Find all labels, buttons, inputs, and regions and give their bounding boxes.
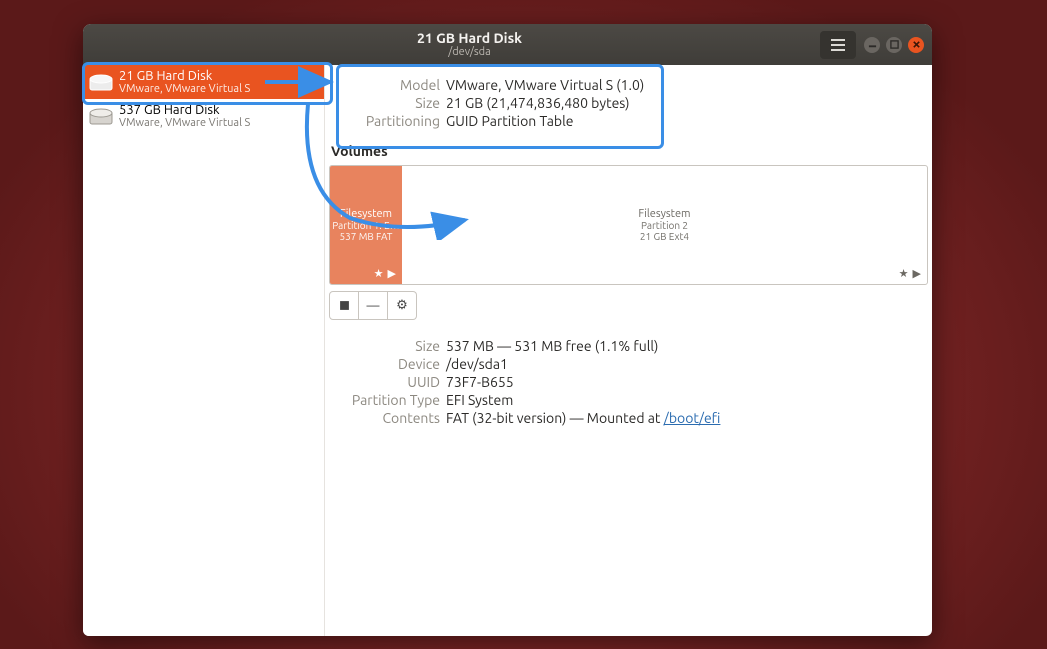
contents-label: Contents (335, 410, 440, 426)
partition-sub2: 537 MB FAT (340, 231, 393, 242)
sidebar-disk-1[interactable]: 537 GB Hard Disk VMware, VMware Virtual … (83, 99, 324, 133)
unmount-button[interactable] (329, 291, 359, 320)
partitioning-value: GUID Partition Table (446, 113, 573, 129)
partition-name: Filesystem (340, 208, 392, 220)
main-pane: Model VMware, VMware Virtual S (1.0) Size… (325, 65, 932, 636)
app-menu-button[interactable] (820, 31, 856, 59)
maximize-button[interactable] (886, 37, 902, 53)
model-value: VMware, VMware Virtual S (1.0) (446, 77, 644, 93)
contents-text: FAT (32-bit version) — Mounted at (446, 410, 664, 426)
vsize-label: Size (335, 338, 440, 354)
disk-subtitle: VMware, VMware Virtual S (119, 117, 250, 129)
size-label: Size (335, 95, 440, 111)
volume-toolbar: — ⚙ (329, 291, 928, 320)
sidebar-disk-0[interactable]: 21 GB Hard Disk VMware, VMware Virtual S (83, 65, 324, 99)
mount-point-link[interactable]: /boot/efi (664, 410, 721, 426)
partition-sub1: Partition 1: E… (332, 220, 399, 231)
window-title: 21 GB Hard Disk (119, 31, 820, 46)
partitioning-label: Partitioning (335, 113, 440, 129)
hard-disk-icon (89, 104, 113, 128)
volumes-heading: Volumes (331, 143, 928, 159)
ptype-label: Partition Type (335, 392, 440, 408)
device-value: /dev/sda1 (446, 356, 508, 372)
star-icon: ★ (899, 267, 909, 280)
size-value: 21 GB (21,474,836,480 bytes) (446, 95, 630, 111)
disk-sidebar: 21 GB Hard Disk VMware, VMware Virtual S… (83, 65, 325, 636)
play-icon: ▶ (388, 267, 396, 280)
uuid-value: 73F7-B655 (446, 374, 514, 390)
uuid-label: UUID (335, 374, 440, 390)
model-label: Model (335, 77, 440, 93)
titlebar: 21 GB Hard Disk /dev/sda (83, 24, 932, 65)
volume-details: Size 537 MB — 531 MB free (1.1% full) Dev… (329, 330, 928, 436)
window-subtitle: /dev/sda (119, 46, 820, 58)
device-label: Device (335, 356, 440, 372)
delete-partition-button[interactable]: — (359, 291, 388, 320)
partition-1[interactable]: Filesystem Partition 2 21 GB Ext4 ★ ▶ (402, 166, 927, 284)
close-button[interactable] (908, 37, 924, 53)
play-icon: ▶ (913, 267, 921, 280)
volume-graph: Filesystem Partition 1: E… 537 MB FAT ★ ▶… (329, 165, 928, 285)
hard-disk-icon (89, 70, 113, 94)
partition-sub1: Partition 2 (641, 220, 688, 231)
partition-0[interactable]: Filesystem Partition 1: E… 537 MB FAT ★ ▶ (330, 166, 402, 284)
gear-icon: ⚙ (396, 298, 408, 313)
disk-subtitle: VMware, VMware Virtual S (119, 83, 250, 95)
star-icon: ★ (374, 267, 384, 280)
disk-title: 537 GB Hard Disk (119, 103, 250, 117)
partition-name: Filesystem (638, 208, 690, 220)
vsize-value: 537 MB — 531 MB free (1.1% full) (446, 338, 658, 354)
minimize-button[interactable] (864, 37, 880, 53)
volume-settings-button[interactable]: ⚙ (388, 291, 417, 320)
disk-title: 21 GB Hard Disk (119, 69, 250, 83)
partition-sub2: 21 GB Ext4 (640, 231, 689, 242)
disk-info: Model VMware, VMware Virtual S (1.0) Size… (329, 69, 928, 139)
ptype-value: EFI System (446, 392, 513, 408)
disks-window: 21 GB Hard Disk /dev/sda 21 GB Hard Disk… (83, 24, 932, 636)
